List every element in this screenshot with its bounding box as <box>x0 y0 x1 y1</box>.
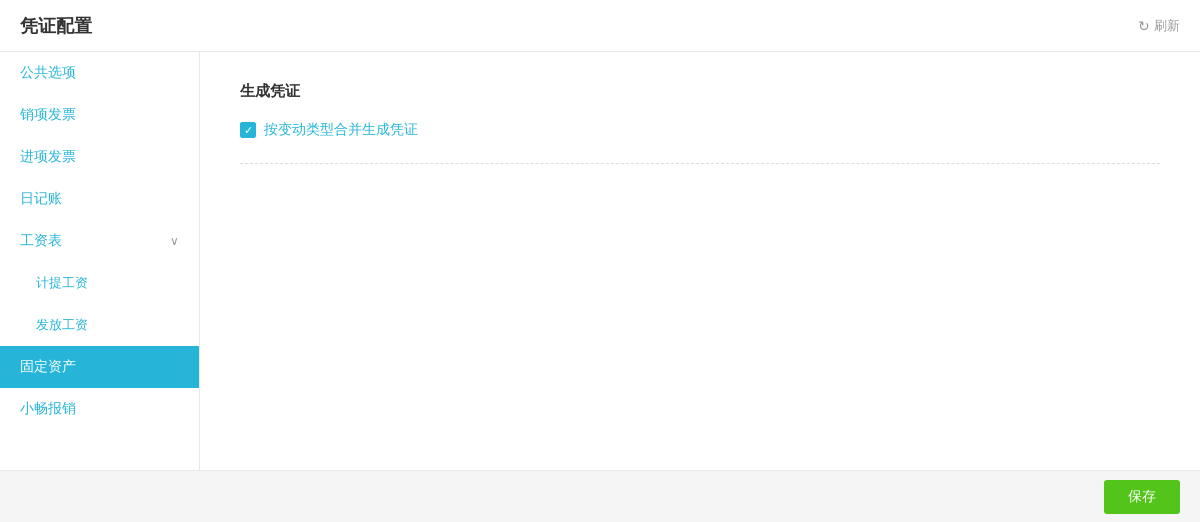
sidebar-item-commission[interactable]: 计提工资 <box>0 262 199 304</box>
content-area: 生成凭证 ✓ 按变动类型合并生成凭证 <box>200 52 1200 470</box>
sidebar-item-label: 工资表 <box>20 232 62 250</box>
sidebar-item-sales-invoice[interactable]: 销项发票 <box>0 94 199 136</box>
sidebar-item-label: 小畅报销 <box>20 400 76 418</box>
sidebar-item-label: 销项发票 <box>20 106 76 124</box>
refresh-label: 刷新 <box>1154 17 1180 35</box>
chevron-down-icon: ∨ <box>170 234 179 248</box>
sidebar: 公共选项销项发票进项发票日记账工资表 ∨ 计提工资发放工资固定资产小畅报销 <box>0 52 200 470</box>
checkmark-icon: ✓ <box>244 125 253 136</box>
sidebar-item-label: 计提工资 <box>36 274 88 292</box>
footer: 保存 <box>0 470 1200 522</box>
merge-checkbox[interactable]: ✓ <box>240 122 256 138</box>
save-button[interactable]: 保存 <box>1104 480 1180 514</box>
refresh-icon: ↻ <box>1138 18 1150 34</box>
sidebar-item-label: 日记账 <box>20 190 62 208</box>
sidebar-item-purchase-invoice[interactable]: 进项发票 <box>0 136 199 178</box>
sidebar-item-label: 发放工资 <box>36 316 88 334</box>
sidebar-item-label: 进项发票 <box>20 148 76 166</box>
checkbox-label[interactable]: 按变动类型合并生成凭证 <box>264 121 418 139</box>
page-title: 凭证配置 <box>20 14 92 38</box>
header: 凭证配置 ↻ 刷新 <box>0 0 1200 52</box>
sidebar-item-journal[interactable]: 日记账 <box>0 178 199 220</box>
sidebar-item-distribute[interactable]: 发放工资 <box>0 304 199 346</box>
section-title: 生成凭证 <box>240 82 1160 101</box>
sidebar-item-expense[interactable]: 小畅报销 <box>0 388 199 430</box>
sidebar-item-label: 公共选项 <box>20 64 76 82</box>
sidebar-item-public-options[interactable]: 公共选项 <box>0 52 199 94</box>
divider <box>240 163 1160 164</box>
checkbox-row: ✓ 按变动类型合并生成凭证 <box>240 121 1160 139</box>
sidebar-item-payroll[interactable]: 工资表 ∨ <box>0 220 199 262</box>
sidebar-item-label: 固定资产 <box>20 358 76 376</box>
sidebar-item-fixed-assets[interactable]: 固定资产 <box>0 346 199 388</box>
refresh-button[interactable]: ↻ 刷新 <box>1138 17 1180 35</box>
main-area: 公共选项销项发票进项发票日记账工资表 ∨ 计提工资发放工资固定资产小畅报销 生成凭证… <box>0 52 1200 470</box>
